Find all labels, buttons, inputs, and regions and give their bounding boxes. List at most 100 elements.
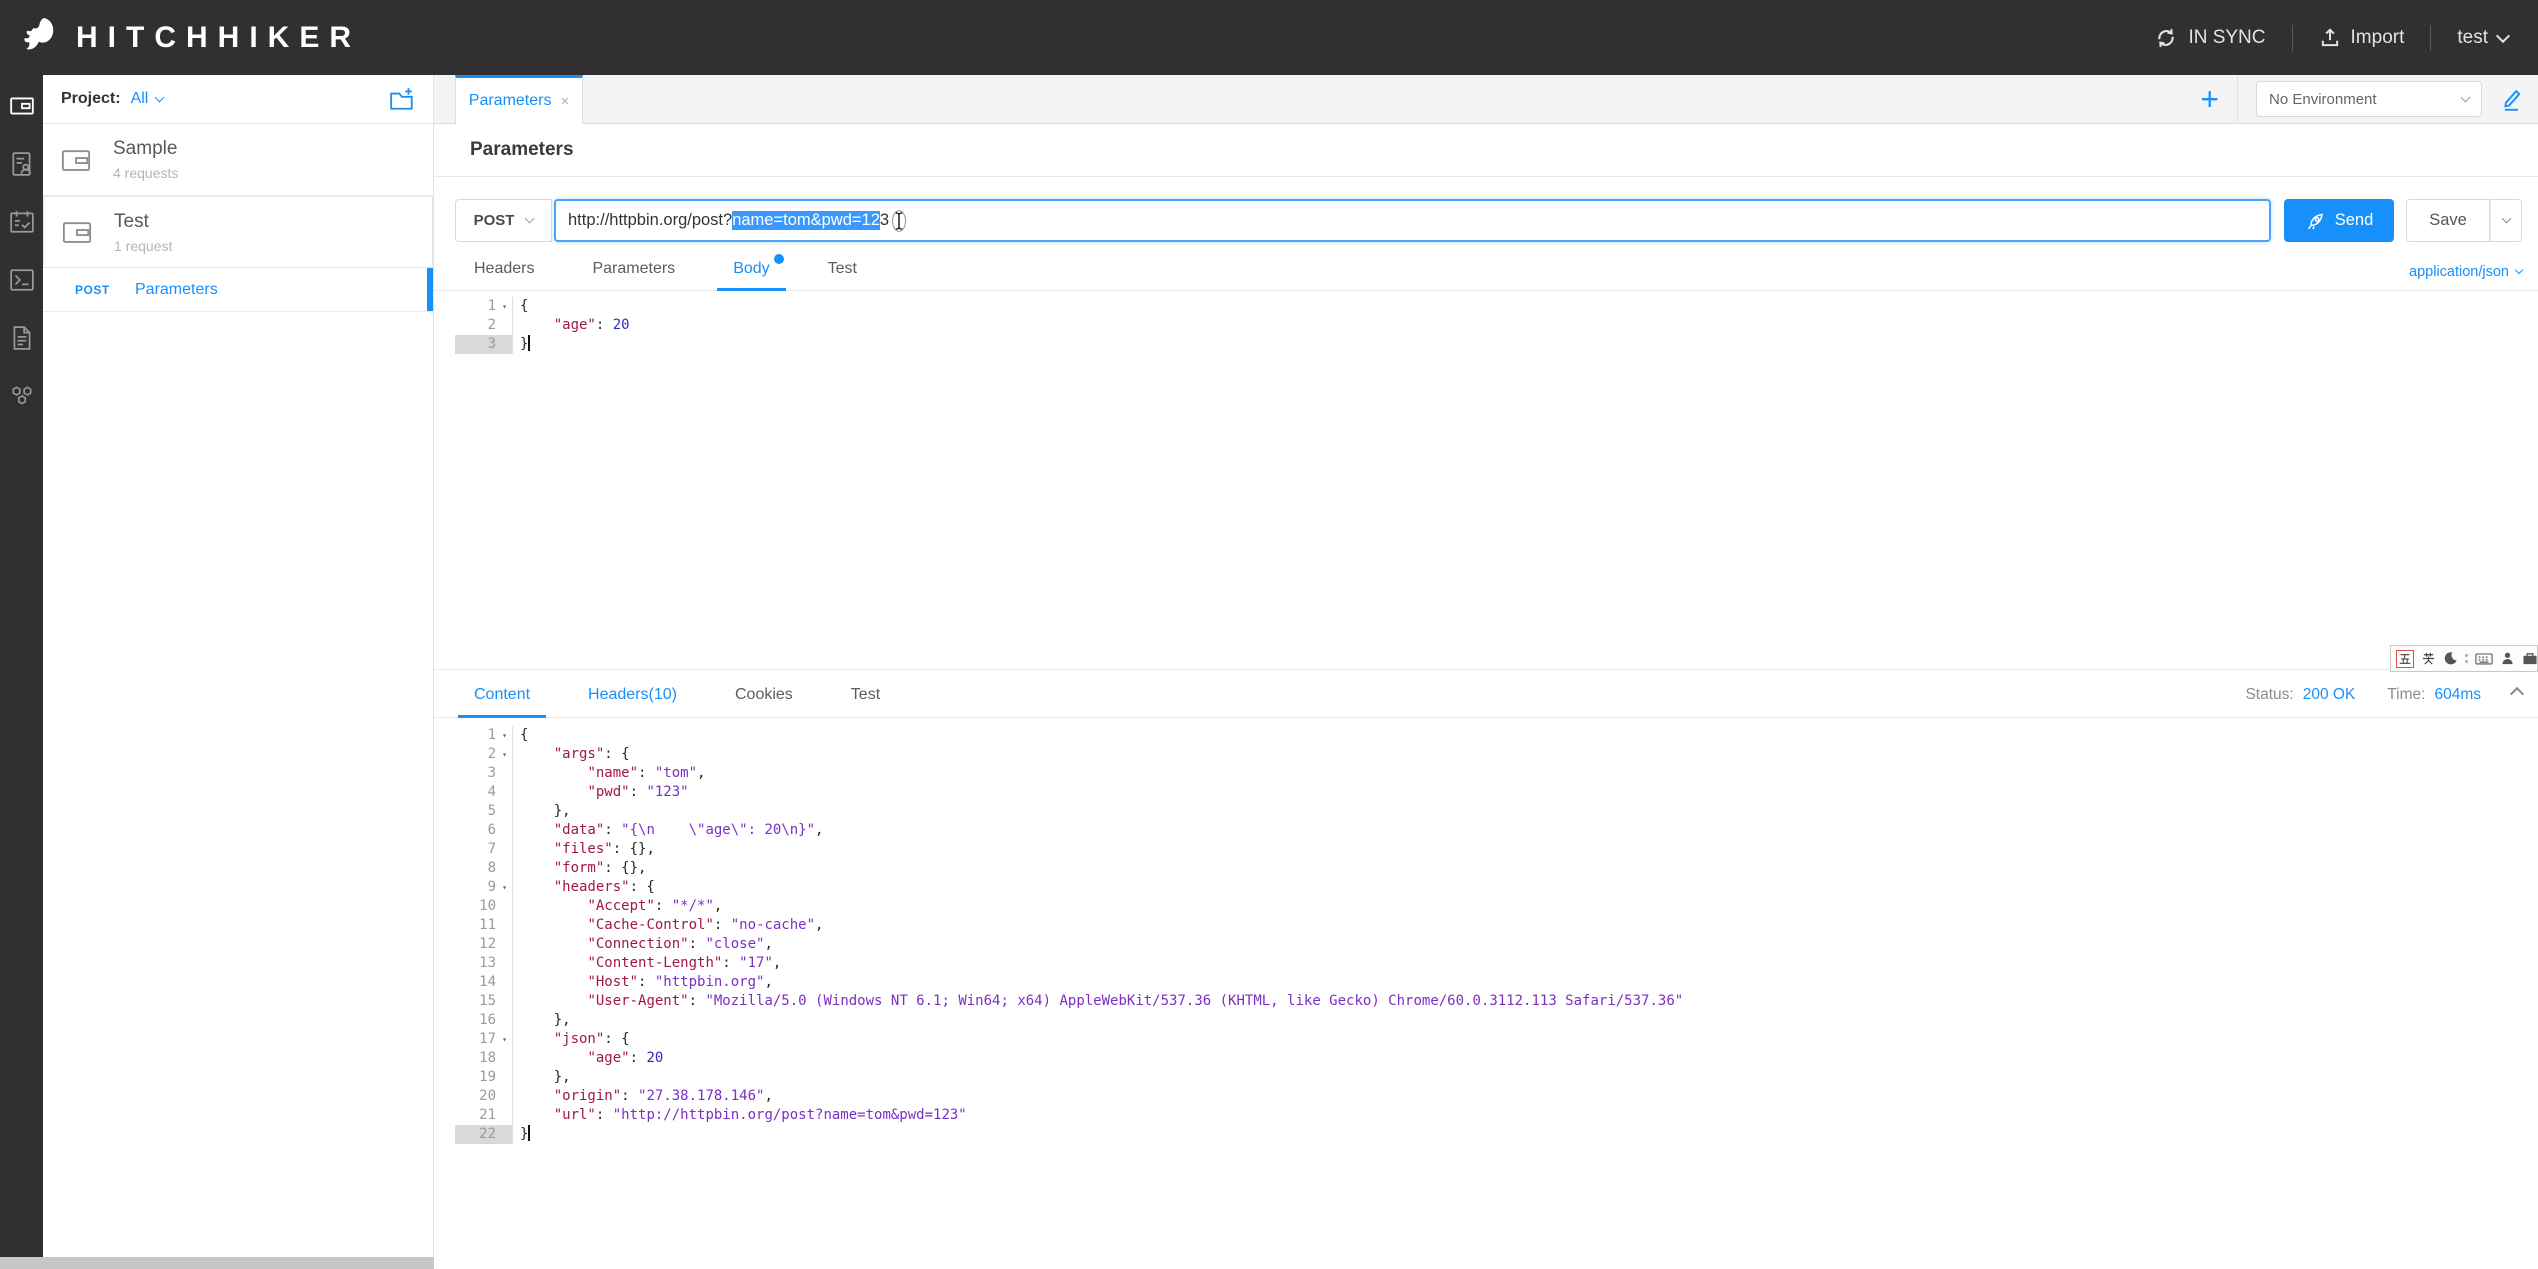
code-line: 6 "data": "{\n \"age\": 20\n}", [455,821,2538,840]
code-line: 12 "Connection": "close", [455,935,2538,954]
chevron-down-icon [2501,213,2511,224]
module-rail [0,75,43,1269]
content-type-select[interactable]: application/json [2409,264,2524,290]
collection-icon [62,220,92,244]
fold-arrow-icon[interactable]: ▾ [497,745,512,764]
code-line: 18 "age": 20 [455,1049,2538,1068]
collections-icon[interactable] [9,93,35,119]
page-title: Parameters [470,139,574,160]
line-gutter: 14 [455,973,513,992]
time-label: Time: [2387,685,2426,703]
request-tab-headers[interactable]: Headers [458,260,550,290]
api-collaboration-icon[interactable] [9,151,35,177]
code-line: 22} [455,1125,2538,1144]
english-mode-icon[interactable] [2421,651,2436,666]
import-button[interactable]: Import [2319,27,2404,49]
code-line: 15 "User-Agent": "Mozilla/5.0 (Windows N… [455,992,2538,1011]
document-icon[interactable] [9,325,35,351]
request-tabs: Headers Parameters Body Test application… [434,246,2538,291]
code-line: 2 ▾ "args": { [455,745,2538,764]
project-filter-select[interactable]: All [131,90,165,108]
collection-item-test[interactable]: Test 1 request [43,196,433,268]
terminal-icon[interactable] [9,267,35,293]
collection-name: Test [114,210,149,232]
new-tab-button[interactable]: + [2200,83,2219,115]
soft-keyboard-icon[interactable] [2475,651,2493,666]
tab-label: Headers [474,260,535,277]
line-gutter: 5 [455,802,513,821]
request-tab-test[interactable]: Test [812,260,873,290]
line-gutter: 1 ▾ [455,726,513,745]
code-line: 3 "name": "tom", [455,764,2538,783]
save-options-button[interactable] [2490,199,2522,242]
user-icon[interactable] [2500,651,2515,666]
collection-icon [61,148,91,172]
collapse-response-button[interactable] [2509,685,2525,704]
brand-logo-icon [22,17,56,58]
tab-label: Body [733,260,770,277]
request-tab-parameters[interactable]: Parameters [576,260,691,290]
edit-environment-button[interactable] [2500,87,2524,111]
collection-meta: 1 request [114,237,173,254]
method-select[interactable]: POST [455,199,552,242]
response-tab-content[interactable]: Content [458,686,547,718]
night-mode-icon[interactable] [2443,651,2458,666]
divider [2237,76,2238,122]
line-gutter: 19 [455,1068,513,1087]
tab-label: Test [827,260,857,277]
account-label: test [2457,26,2488,48]
panel-bottom-scrollbar[interactable] [0,1257,434,1269]
request-item-parameters[interactable]: POST Parameters [43,268,433,312]
wubi-mode-icon[interactable] [2396,649,2414,668]
chevron-down-icon [2514,265,2524,275]
tab-label: Test [850,686,881,703]
code-line: 19 }, [455,1068,2538,1087]
fold-arrow-icon[interactable]: ▾ [497,1030,512,1049]
schedule-icon[interactable] [9,209,35,235]
url-selected-text: name=tom&pwd=12 [732,211,880,230]
code-line: 5 }, [455,802,2538,821]
request-body-editor[interactable]: 1 ▾{2 "age": 20 3} [434,291,2538,669]
collection-item-sample[interactable]: Sample 4 requests [43,124,433,196]
code-line: 17 ▾ "json": { [455,1030,2538,1049]
status-label: Status: [2245,685,2294,703]
line-gutter: 13 [455,954,513,973]
close-tab-icon[interactable]: × [560,93,569,110]
document-tab-bar: Parameters × + No Environment [434,75,2538,124]
fold-arrow-icon[interactable]: ▾ [497,297,512,316]
tab-parameters[interactable]: Parameters × [455,75,583,124]
drag-dots[interactable] [2465,654,2468,663]
environment-select[interactable]: No Environment [2256,81,2482,117]
rocket-icon [2305,211,2325,231]
code-line: 14 "Host": "httpbin.org", [455,973,2538,992]
tab-label: Content [474,686,531,703]
response-tab-test[interactable]: Test [835,686,896,717]
line-gutter: 20 [455,1087,513,1106]
line-gutter: 11 [455,916,513,935]
status-value: 200 OK [2302,685,2356,703]
response-tab-cookies[interactable]: Cookies [719,686,809,717]
new-collection-button[interactable] [389,87,415,111]
fold-arrow-icon[interactable]: ▾ [497,726,512,745]
account-menu[interactable]: test [2457,26,2511,49]
mock-hexagons-icon[interactable] [9,383,35,409]
sync-status[interactable]: IN SYNC [2154,26,2266,50]
top-bar-actions: IN SYNC Import test [2154,24,2511,51]
sync-icon [2154,26,2178,50]
project-panel: Project: All Sample 4 requests Test 1 re… [43,75,434,1257]
line-gutter: 8 [455,859,513,878]
chevron-down-icon [154,92,165,102]
chevron-down-icon [2495,28,2511,43]
collection-name: Sample [113,138,178,159]
line-gutter: 3 [455,764,513,783]
url-input[interactable]: http://httpbin.org/post? name=tom&pwd=12 3 [554,199,2271,242]
save-button[interactable]: Save [2406,199,2490,242]
response-tab-headers[interactable]: Headers(10) [572,686,693,717]
code-line: 13 "Content-Length": "17", [455,954,2538,973]
page-header: Parameters [434,124,2538,177]
response-content-editor[interactable]: 1 ▾{2 ▾ "args": {3 "name": "tom", 4 "pwd": … [434,718,2538,1144]
send-button[interactable]: Send [2284,199,2394,242]
request-tab-body[interactable]: Body [717,254,787,291]
fold-arrow-icon[interactable]: ▾ [497,878,512,897]
toolbox-icon[interactable] [2522,651,2537,666]
